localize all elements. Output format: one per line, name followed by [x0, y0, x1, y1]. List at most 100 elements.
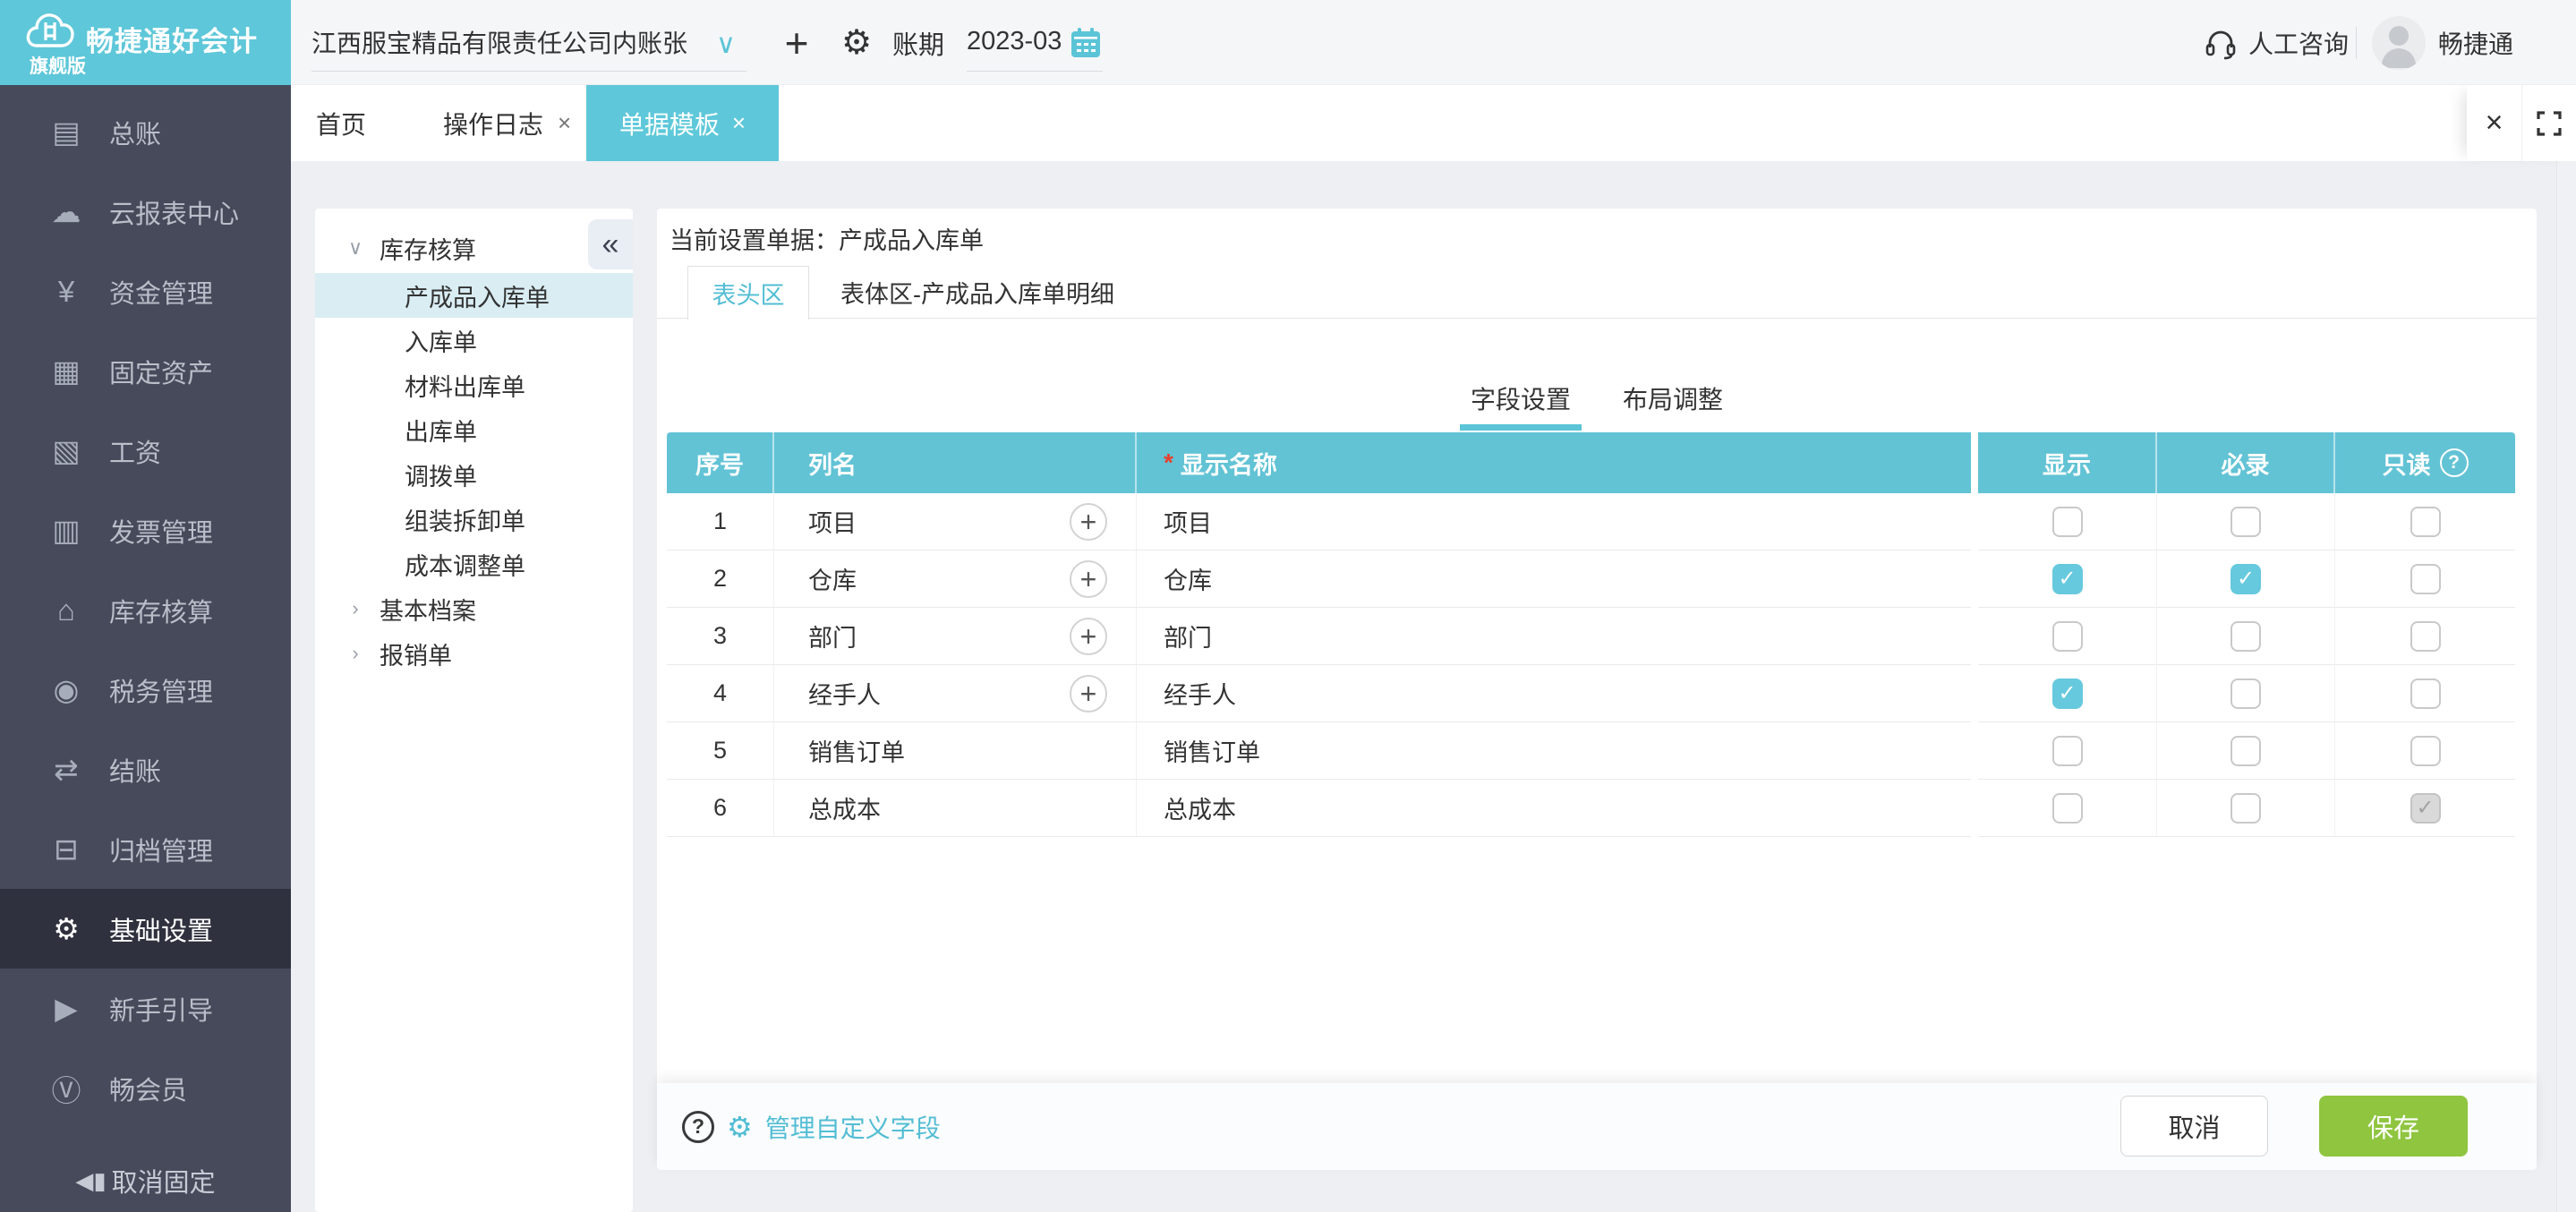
- tree-node-label: 报销单: [380, 642, 452, 670]
- required-marker: *: [1164, 448, 1173, 476]
- cell-display: 总成本: [1137, 780, 1971, 837]
- cell-name: 项目 +: [774, 493, 1137, 551]
- show-checkbox[interactable]: [2051, 506, 2083, 537]
- sidebar-item-payroll[interactable]: ▧ 工资: [0, 411, 291, 491]
- column-gap: [1971, 722, 1978, 780]
- sidebar-item-invoices[interactable]: ▥ 发票管理: [0, 491, 291, 570]
- company-selector[interactable]: 江西服宝精品有限责任公司内账张 ∨: [311, 13, 746, 72]
- sidebar-items: ▤ 总账 ☁ 云报表中心 ¥ 资金管理 ▦ 固定资产 ▧ 工资 ▥ 发票管理 ⌂ 库存核算 ◉…: [0, 85, 291, 1128]
- cell-no: 3: [667, 608, 774, 665]
- tree-item-material-issue[interactable]: 材料出库单: [315, 363, 633, 407]
- close-all-button[interactable]: ×: [2467, 85, 2521, 161]
- readonly-checkbox[interactable]: [2410, 620, 2441, 652]
- support-link[interactable]: 人工咨询: [2204, 0, 2349, 85]
- cell-name: 仓库 +: [774, 551, 1137, 608]
- user-name[interactable]: 畅捷通: [2438, 0, 2513, 85]
- tree-node-basic-archives[interactable]: › 基本档案: [315, 586, 633, 631]
- readonly-checkbox[interactable]: [2410, 735, 2441, 766]
- tree-item-receipt[interactable]: 入库单: [315, 318, 633, 363]
- tab-document-template[interactable]: 单据模板 ×: [586, 85, 779, 161]
- sidebar-item-inventory[interactable]: ⌂ 库存核算: [0, 570, 291, 650]
- sidebar-item-funds[interactable]: ¥ 资金管理: [0, 252, 291, 331]
- tree-item-issue[interactable]: 出库单: [315, 407, 633, 452]
- cell-name-label: 销售订单: [808, 739, 905, 766]
- required-checkbox[interactable]: [2231, 678, 2261, 709]
- sidebar-item-cloud-reports[interactable]: ☁ 云报表中心: [0, 172, 291, 252]
- close-icon[interactable]: ×: [732, 109, 746, 137]
- close-icon[interactable]: ×: [558, 109, 571, 137]
- sidebar-item-closing[interactable]: ⇄ 结账: [0, 730, 291, 809]
- cell-name: 总成本: [774, 780, 1137, 837]
- chevron-down-icon[interactable]: ∨: [716, 29, 736, 60]
- tab-body-area[interactable]: 表体区-产成品入库单明细: [840, 266, 1114, 319]
- tree-item-finished-goods-receipt[interactable]: 产成品入库单: [315, 273, 633, 318]
- tab-home[interactable]: 首页: [316, 85, 366, 161]
- company-name: 江西服宝精品有限责任公司内账张: [311, 29, 688, 57]
- sidebar-item-beginner-guide[interactable]: ▶ 新手引导: [0, 969, 291, 1048]
- calendar-icon[interactable]: [1069, 26, 1103, 60]
- column-gap: [1971, 608, 1978, 665]
- column-gap: [1971, 551, 1978, 608]
- show-checkbox[interactable]: [2051, 792, 2083, 824]
- page-scrollbar[interactable]: [2556, 85, 2576, 1212]
- required-checkbox[interactable]: [2231, 506, 2261, 537]
- add-field-button[interactable]: +: [1070, 617, 1107, 655]
- add-field-button[interactable]: +: [1070, 674, 1107, 713]
- sidebar-item-membership[interactable]: Ⓥ 畅会员: [0, 1048, 291, 1128]
- table-row: 2 仓库 + 仓库 ✓ ✓: [667, 551, 2515, 608]
- tree-item-assembly[interactable]: 组装拆卸单: [315, 497, 633, 542]
- sidebar-item-tax[interactable]: ◉ 税务管理: [0, 650, 291, 730]
- readonly-checkbox[interactable]: [2410, 506, 2441, 537]
- cell-display: 部门: [1137, 608, 1971, 665]
- unpin-icon: ◀▮: [75, 1166, 107, 1194]
- help-icon[interactable]: ?: [682, 1110, 714, 1143]
- sidebar-item-label: 畅会员: [109, 1076, 188, 1105]
- period-selector[interactable]: 2023-03: [967, 13, 1103, 72]
- gear-icon[interactable]: ⚙: [727, 1110, 753, 1144]
- readonly-checkbox[interactable]: [2410, 563, 2441, 594]
- manage-custom-fields-link[interactable]: 管理自定义字段: [765, 1109, 941, 1145]
- sidebar-item-general-ledger[interactable]: ▤ 总账: [0, 92, 291, 172]
- fullscreen-button[interactable]: [2521, 85, 2576, 161]
- required-checkbox[interactable]: [2231, 620, 2261, 652]
- current-document-label: 当前设置单据：产成品入库单: [670, 227, 984, 254]
- show-checkbox[interactable]: ✓: [2051, 678, 2083, 709]
- settings-gear-icon[interactable]: ⚙: [837, 0, 876, 85]
- sidebar-item-archive[interactable]: ⊟ 归档管理: [0, 809, 291, 889]
- show-checkbox[interactable]: [2051, 620, 2083, 652]
- tree-node-expense-claims[interactable]: › 报销单: [315, 631, 633, 676]
- tree-item-transfer[interactable]: 调拨单: [315, 452, 633, 497]
- tab-header-area[interactable]: 表头区: [687, 266, 809, 320]
- readonly-checkbox[interactable]: [2410, 678, 2441, 709]
- readonly-help-icon[interactable]: ?: [2439, 448, 2469, 477]
- collapse-panel-button[interactable]: «: [588, 219, 633, 269]
- add-account-button[interactable]: +: [777, 0, 816, 85]
- tab-operation-log[interactable]: 操作日志 ×: [443, 85, 571, 161]
- tab-field-settings[interactable]: 字段设置: [1459, 368, 1582, 431]
- tree-node-inventory[interactable]: ∨ 库存核算: [315, 223, 633, 273]
- table-row: 4 经手人 + 经手人 ✓: [667, 665, 2515, 722]
- required-checkbox[interactable]: [2231, 792, 2261, 824]
- cell-no: 5: [667, 722, 774, 780]
- cell-name: 部门 +: [774, 608, 1137, 665]
- user-avatar[interactable]: [2372, 16, 2426, 70]
- cancel-button[interactable]: 取消: [2120, 1096, 2268, 1157]
- save-button[interactable]: 保存: [2319, 1096, 2468, 1157]
- add-field-button[interactable]: +: [1070, 502, 1107, 541]
- sidebar-item-fixed-assets[interactable]: ▦ 固定资产: [0, 331, 291, 411]
- sidebar-item-label: 总账: [109, 120, 162, 149]
- show-checkbox[interactable]: [2051, 735, 2083, 766]
- sidebar-item-label: 归档管理: [109, 837, 214, 866]
- unpin-sidebar-button[interactable]: ◀▮ 取消固定: [0, 1162, 291, 1199]
- show-checkbox[interactable]: ✓: [2051, 563, 2083, 594]
- col-header-display-label: 显示名称: [1180, 451, 1277, 479]
- add-field-button[interactable]: +: [1070, 559, 1107, 598]
- tax-icon: ◉: [53, 673, 80, 706]
- required-checkbox[interactable]: ✓: [2231, 563, 2261, 594]
- required-checkbox[interactable]: [2231, 735, 2261, 766]
- sidebar-item-basic-settings[interactable]: ⚙ 基础设置: [0, 889, 291, 969]
- topbar-divider: [2356, 27, 2357, 59]
- tab-layout-adjust[interactable]: 布局调整: [1612, 368, 1734, 431]
- tree-item-cost-adjustment[interactable]: 成本调整单: [315, 542, 633, 586]
- chevron-right-icon: ›: [352, 642, 359, 664]
